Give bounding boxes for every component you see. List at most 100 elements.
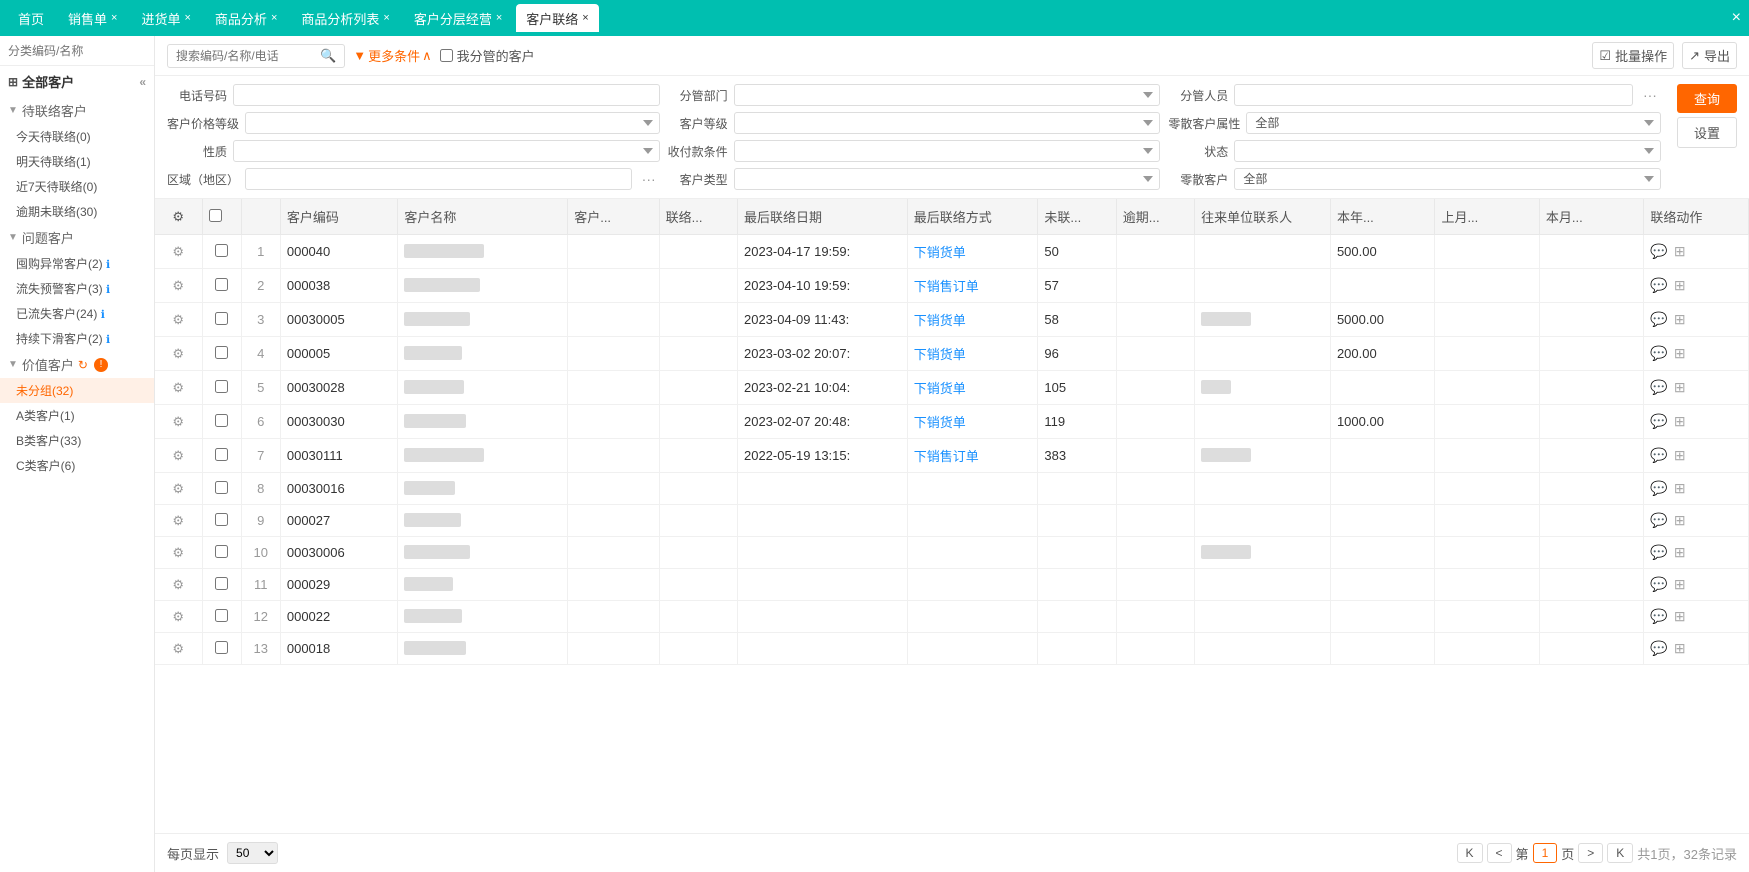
sidebar-collapse-button[interactable]: «: [139, 75, 146, 89]
grid-action-icon[interactable]: ⊞: [1674, 413, 1686, 430]
dept-select[interactable]: [734, 84, 1161, 106]
grid-action-icon[interactable]: ⊞: [1674, 480, 1686, 497]
sidebar-section-value[interactable]: ▼ 价值客户 ↻ !: [0, 351, 154, 378]
search-icon[interactable]: 🔍: [320, 48, 336, 64]
chat-icon[interactable]: 💬: [1650, 243, 1667, 260]
th-checkbox[interactable]: [202, 199, 241, 235]
region-input[interactable]: [245, 168, 632, 190]
grid-action-icon[interactable]: ⊞: [1674, 345, 1686, 362]
row-checkbox[interactable]: [215, 278, 228, 291]
manager-input[interactable]: [1234, 84, 1633, 106]
td-gear[interactable]: ⚙: [155, 337, 202, 371]
td-gear[interactable]: ⚙: [155, 439, 202, 473]
prev-page-button[interactable]: <: [1487, 843, 1512, 863]
grid-action-icon[interactable]: ⊞: [1674, 243, 1686, 260]
sidebar-item-overdue-pending[interactable]: 逾期未联络(30): [0, 199, 154, 224]
chat-icon[interactable]: 💬: [1650, 512, 1667, 529]
chat-icon[interactable]: 💬: [1650, 544, 1667, 561]
more-conditions-button[interactable]: ▼ 更多条件 ∧: [353, 46, 431, 65]
manager-dots-button[interactable]: ···: [1639, 87, 1661, 103]
purchase-tab-close[interactable]: ×: [184, 12, 190, 24]
td-gear[interactable]: ⚙: [155, 371, 202, 405]
sidebar-item-class-c[interactable]: C类客户(6): [0, 453, 154, 478]
row-checkbox[interactable]: [215, 244, 228, 257]
last-contact-link[interactable]: 下销货单: [914, 313, 966, 328]
customer-type-select[interactable]: [734, 168, 1161, 190]
td-gear[interactable]: ⚙: [155, 569, 202, 601]
td-gear[interactable]: ⚙: [155, 505, 202, 537]
grid-action-icon[interactable]: ⊞: [1674, 544, 1686, 561]
product-analysis-list-tab-close[interactable]: ×: [383, 12, 389, 24]
sidebar-item-class-a[interactable]: A类客户(1): [0, 403, 154, 428]
nav-tab-purchase[interactable]: 进货单 ×: [131, 4, 200, 32]
td-checkbox[interactable]: [202, 633, 241, 665]
td-checkbox[interactable]: [202, 505, 241, 537]
last-contact-link[interactable]: 下销售订单: [914, 449, 979, 464]
nav-tab-customer-segment[interactable]: 客户分层经营 ×: [404, 4, 512, 32]
chat-icon[interactable]: 💬: [1650, 447, 1667, 464]
sidebar-item-today-pending[interactable]: 今天待联络(0): [0, 124, 154, 149]
chat-icon[interactable]: 💬: [1650, 576, 1667, 593]
product-analysis-tab-close[interactable]: ×: [271, 12, 277, 24]
chat-icon[interactable]: 💬: [1650, 480, 1667, 497]
chat-icon[interactable]: 💬: [1650, 311, 1667, 328]
batch-operations-button[interactable]: ☑ 批量操作: [1592, 42, 1674, 69]
last-contact-link[interactable]: 下销货单: [914, 347, 966, 362]
sidebar-item-lost[interactable]: 已流失客户(24) ℹ: [0, 301, 154, 326]
sidebar-section-pending[interactable]: ▼ 待联络客户: [0, 97, 154, 124]
row-checkbox[interactable]: [215, 414, 228, 427]
row-checkbox[interactable]: [215, 577, 228, 590]
row-checkbox[interactable]: [215, 346, 228, 359]
sales-tab-close[interactable]: ×: [111, 12, 117, 24]
per-page-select[interactable]: 50 100: [227, 842, 278, 864]
td-gear[interactable]: ⚙: [155, 235, 202, 269]
td-gear[interactable]: ⚙: [155, 303, 202, 337]
td-checkbox[interactable]: [202, 235, 241, 269]
td-checkbox[interactable]: [202, 303, 241, 337]
nature-select[interactable]: [233, 140, 660, 162]
grid-action-icon[interactable]: ⊞: [1674, 447, 1686, 464]
td-checkbox[interactable]: [202, 269, 241, 303]
price-level-select[interactable]: [245, 112, 660, 134]
td-checkbox[interactable]: [202, 537, 241, 569]
grid-action-icon[interactable]: ⊞: [1674, 277, 1686, 294]
chat-icon[interactable]: 💬: [1650, 413, 1667, 430]
row-checkbox[interactable]: [215, 609, 228, 622]
row-checkbox[interactable]: [215, 312, 228, 325]
chat-icon[interactable]: 💬: [1650, 345, 1667, 362]
refresh-icon[interactable]: ↻: [78, 358, 88, 372]
sidebar-section-problem[interactable]: ▼ 问题客户: [0, 224, 154, 251]
td-gear[interactable]: ⚙: [155, 269, 202, 303]
retail-attr-select[interactable]: 全部: [1246, 112, 1661, 134]
sidebar-item-ungrouped[interactable]: 未分组(32): [0, 378, 154, 403]
sidebar-item-7days-pending[interactable]: 近7天待联络(0): [0, 174, 154, 199]
td-gear[interactable]: ⚙: [155, 633, 202, 665]
sidebar-search-input[interactable]: [8, 44, 155, 58]
grid-action-icon[interactable]: ⊞: [1674, 379, 1686, 396]
td-checkbox[interactable]: [202, 601, 241, 633]
chat-icon[interactable]: 💬: [1650, 277, 1667, 294]
grid-action-icon[interactable]: ⊞: [1674, 512, 1686, 529]
chat-icon[interactable]: 💬: [1650, 640, 1667, 657]
sidebar-item-churn-warning[interactable]: 流失预警客户(3) ℹ: [0, 276, 154, 301]
query-button[interactable]: 查询: [1677, 84, 1737, 113]
nav-tab-customer-contact[interactable]: 客户联络 ×: [516, 4, 598, 32]
td-checkbox[interactable]: [202, 473, 241, 505]
td-checkbox[interactable]: [202, 569, 241, 601]
grid-action-icon[interactable]: ⊞: [1674, 640, 1686, 657]
nav-tab-home[interactable]: 首页: [8, 4, 54, 32]
phone-input[interactable]: [233, 84, 660, 106]
td-checkbox[interactable]: [202, 337, 241, 371]
customer-contact-tab-close[interactable]: ×: [582, 12, 588, 24]
th-gear[interactable]: ⚙: [155, 199, 202, 235]
sidebar-all-customers[interactable]: ⊞ 全部客户 «: [0, 66, 154, 97]
td-gear[interactable]: ⚙: [155, 405, 202, 439]
customer-segment-tab-close[interactable]: ×: [496, 12, 502, 24]
td-gear[interactable]: ⚙: [155, 537, 202, 569]
last-contact-link[interactable]: 下销货单: [914, 381, 966, 396]
last-contact-link[interactable]: 下销货单: [914, 415, 966, 430]
next-page-button[interactable]: >: [1578, 843, 1603, 863]
row-checkbox[interactable]: [215, 513, 228, 526]
window-close-button[interactable]: ×: [1732, 9, 1741, 27]
row-checkbox[interactable]: [215, 380, 228, 393]
